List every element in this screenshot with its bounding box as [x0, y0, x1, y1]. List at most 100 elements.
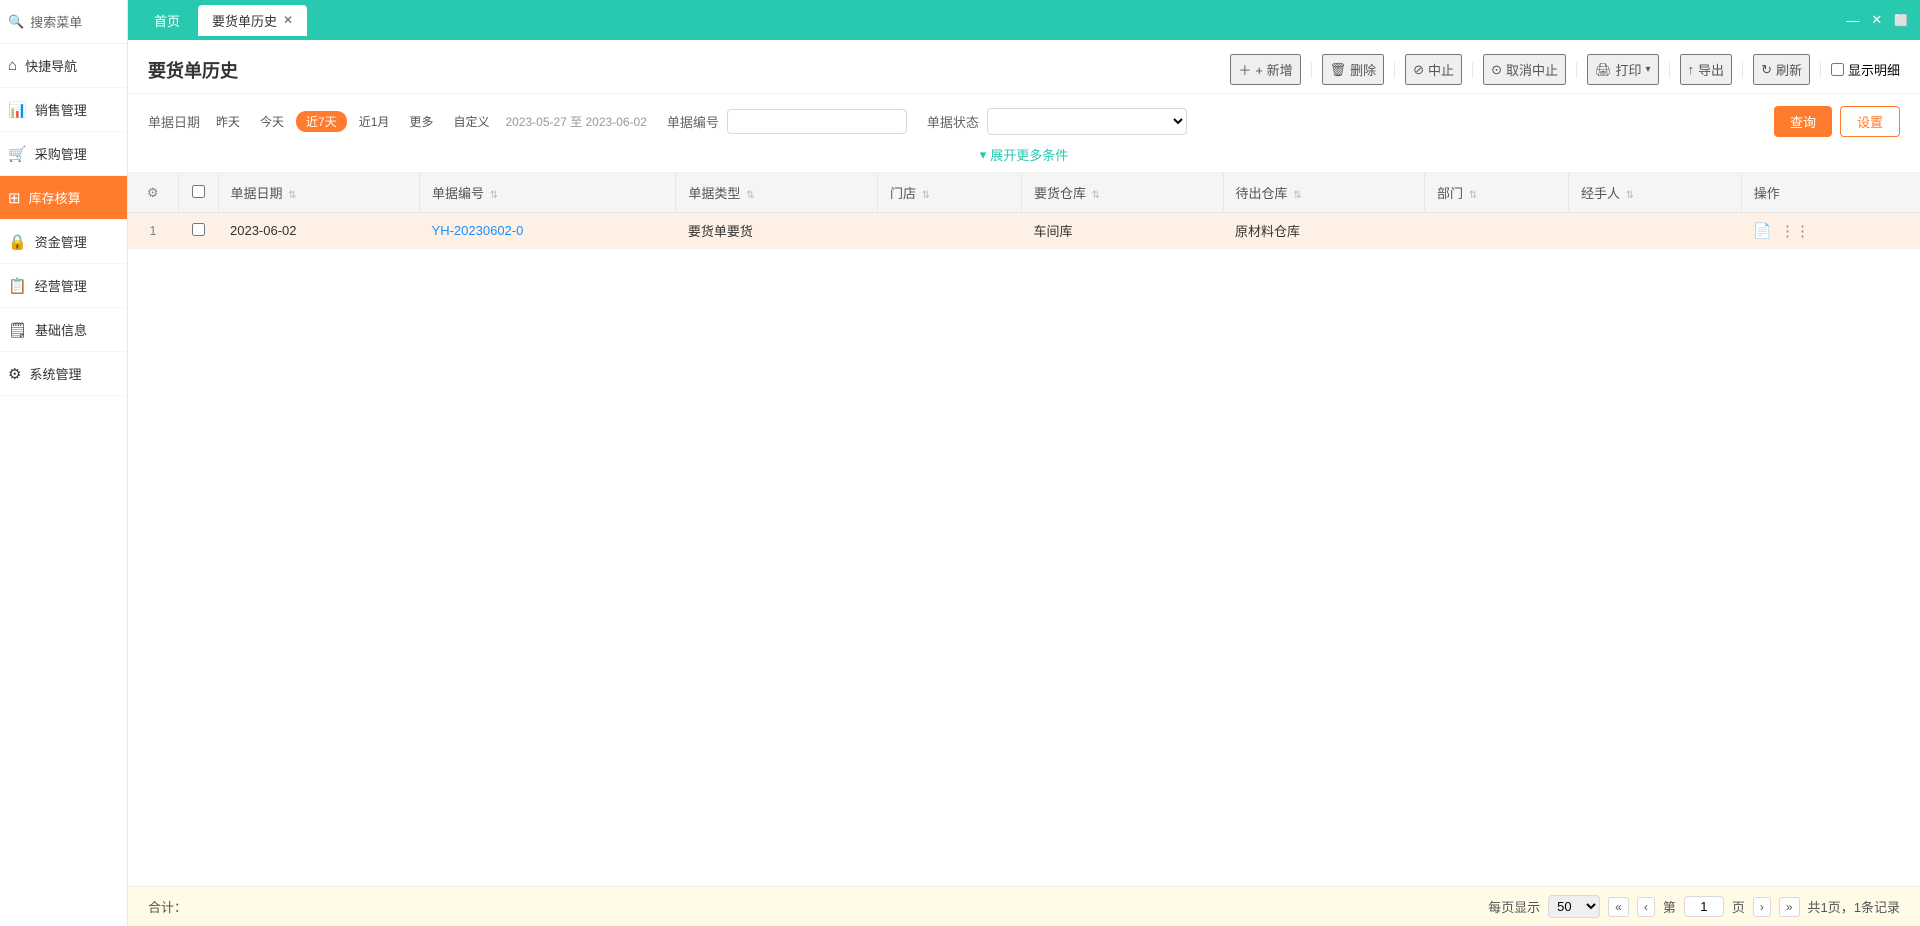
date-btn-7days[interactable]: 近7天 — [296, 111, 347, 132]
refresh-button[interactable]: ↻ 刷新 — [1753, 54, 1810, 85]
row-number: 1 — [149, 223, 156, 238]
sort-pendwh-icon[interactable]: ⇅ — [1293, 190, 1301, 201]
last-page-button[interactable]: » — [1779, 897, 1800, 917]
date-btn-yesterday[interactable]: 昨天 — [208, 111, 248, 132]
system-icon: ⚙ — [8, 365, 21, 383]
row-checkbox-cell — [178, 213, 218, 249]
home-icon: ⌂ — [8, 57, 17, 74]
show-detail-toggle[interactable]: 显示明细 — [1831, 60, 1900, 79]
sort-dept-icon[interactable]: ⇅ — [1469, 190, 1477, 201]
sidebar-item-quick-nav[interactable]: ⌂ 快捷导航 — [0, 44, 127, 88]
page-title: 要货单历史 — [148, 57, 238, 83]
export-button[interactable]: ↑ 导出 — [1680, 54, 1733, 85]
close-window-icon[interactable]: ✕ — [1871, 12, 1882, 28]
first-page-button[interactable]: « — [1608, 897, 1629, 917]
sidebar-search-label: 搜索菜单 — [30, 12, 82, 31]
row-num: 1 — [128, 213, 178, 249]
expand-icon: ▾ — [980, 147, 987, 163]
export-label: 导出 — [1698, 60, 1724, 79]
topbar-right: — ✕ ⬜ — [1846, 12, 1908, 28]
page-size-select[interactable]: 10 20 50 100 — [1548, 895, 1600, 918]
th-store: 门店 ⇅ — [877, 173, 1021, 213]
cancel-stop-label: 取消中止 — [1506, 60, 1558, 79]
sidebar-item-label: 经营管理 — [35, 276, 87, 295]
page-number-input[interactable] — [1684, 896, 1724, 917]
sidebar: 🔍 搜索菜单 ⌂ 快捷导航 📊 销售管理 🛒 采购管理 ⊞ 库存核算 🔒 资金管… — [0, 0, 128, 926]
lock-icon: 🔒 — [8, 233, 27, 251]
row-date: 2023-06-02 — [218, 213, 420, 249]
base-icon: 🗒 — [8, 321, 27, 339]
sort-store-icon[interactable]: ⇅ — [922, 190, 930, 201]
cancel-stop-icon: ⊙ — [1491, 62, 1502, 78]
expand-filter-button[interactable]: ▾ 展开更多条件 — [148, 145, 1900, 164]
row-req-warehouse: 车间库 — [1021, 213, 1223, 249]
next-page-button[interactable]: › — [1753, 897, 1771, 917]
th-date-label: 单据日期 — [231, 186, 283, 201]
doc-no-link[interactable]: YH-20230602-0 — [432, 223, 524, 238]
th-doc-type: 单据类型 ⇅ — [676, 173, 878, 213]
search-icon: 🔍 — [8, 14, 24, 30]
print-label: 打印 — [1616, 60, 1642, 79]
sort-doctype-icon[interactable]: ⇅ — [746, 190, 754, 201]
page-header: 要货单历史 ＋ + 新增 🗑 删除 ⊘ 中止 ⊙ — [128, 40, 1920, 94]
show-detail-checkbox[interactable] — [1831, 63, 1844, 76]
th-handler: 经手人 ⇅ — [1569, 173, 1742, 213]
sidebar-search[interactable]: 🔍 搜索菜单 — [0, 0, 127, 44]
cancel-stop-button[interactable]: ⊙ 取消中止 — [1483, 54, 1566, 85]
close-tab-icon[interactable]: ✕ — [283, 13, 293, 27]
doc-number-input[interactable] — [727, 109, 907, 134]
sort-handler-icon[interactable]: ⇅ — [1626, 190, 1634, 201]
print-button[interactable]: 🖨 打印 ▾ — [1587, 54, 1659, 85]
filter-area: 单据日期 昨天 今天 近7天 近1月 更多 自定义 2023-05-27 至 2… — [128, 94, 1920, 173]
date-btn-1month[interactable]: 近1月 — [351, 111, 398, 132]
sidebar-item-purchase[interactable]: 🛒 采购管理 — [0, 132, 127, 176]
date-btn-custom[interactable]: 自定义 — [445, 111, 497, 132]
sort-date-icon[interactable]: ⇅ — [288, 190, 296, 201]
sidebar-item-base[interactable]: 🗒 基础信息 — [0, 308, 127, 352]
row-action: 📄 ⋮⋮ — [1741, 213, 1920, 249]
cart-icon: 🛒 — [8, 145, 27, 163]
tab-home[interactable]: 首页 — [140, 5, 194, 36]
divider3 — [1472, 62, 1473, 78]
page-label-after: 页 — [1732, 897, 1745, 916]
select-all-checkbox[interactable] — [192, 185, 205, 198]
table-header-row: ⚙ 单据日期 ⇅ 单据编号 ⇅ — [128, 173, 1920, 213]
th-action-label: 操作 — [1754, 186, 1780, 201]
th-dept: 部门 ⇅ — [1425, 173, 1569, 213]
grid-icon: ⊞ — [8, 189, 21, 207]
doc-number-filter: 单据编号 — [667, 109, 907, 134]
more-icon[interactable]: ⋮⋮ — [1780, 222, 1810, 240]
sort-docno-icon[interactable]: ⇅ — [490, 190, 498, 201]
divider2 — [1394, 62, 1395, 78]
settings-icon[interactable]: ⚙ — [147, 185, 159, 200]
sidebar-item-ops[interactable]: 📋 经营管理 — [0, 264, 127, 308]
sidebar-item-system[interactable]: ⚙ 系统管理 — [0, 352, 127, 396]
sidebar-item-sales[interactable]: 📊 销售管理 — [0, 88, 127, 132]
minimize-icon[interactable]: — — [1846, 13, 1859, 28]
delete-button[interactable]: 🗑 删除 — [1322, 54, 1385, 85]
print-dropdown-icon: ▾ — [1646, 64, 1651, 75]
tab-yaohuodan-label: 要货单历史 — [212, 11, 277, 30]
refresh-icon: ↻ — [1761, 62, 1772, 78]
sort-reqwh-icon[interactable]: ⇅ — [1092, 190, 1100, 201]
total-label: 合计： — [148, 897, 187, 916]
add-button[interactable]: ＋ + 新增 — [1230, 54, 1300, 85]
sidebar-item-inventory[interactable]: ⊞ 库存核算 — [0, 176, 127, 220]
row-doc-type: 要货单要货 — [676, 213, 878, 249]
status-select[interactable] — [987, 108, 1187, 135]
settings-button[interactable]: 设置 — [1840, 106, 1900, 137]
maximize-icon[interactable]: ⬜ — [1894, 14, 1908, 27]
tab-yaohuodan[interactable]: 要货单历史 ✕ — [198, 5, 307, 36]
date-btn-more[interactable]: 更多 — [401, 111, 441, 132]
edit-icon[interactable]: 📄 — [1753, 222, 1772, 240]
date-btn-today[interactable]: 今天 — [252, 111, 292, 132]
th-pending-warehouse: 待出仓库 ⇅ — [1223, 173, 1425, 213]
prev-page-button[interactable]: ‹ — [1637, 897, 1655, 917]
row-store — [877, 213, 1021, 249]
query-button[interactable]: 查询 — [1774, 106, 1832, 137]
row-checkbox[interactable] — [192, 223, 205, 236]
sidebar-item-finance[interactable]: 🔒 资金管理 — [0, 220, 127, 264]
stop-button[interactable]: ⊘ 中止 — [1405, 54, 1462, 85]
th-checkbox — [178, 173, 218, 213]
pagination: 每页显示 10 20 50 100 « ‹ 第 页 › » 共1页，1条记录 — [1488, 895, 1900, 918]
